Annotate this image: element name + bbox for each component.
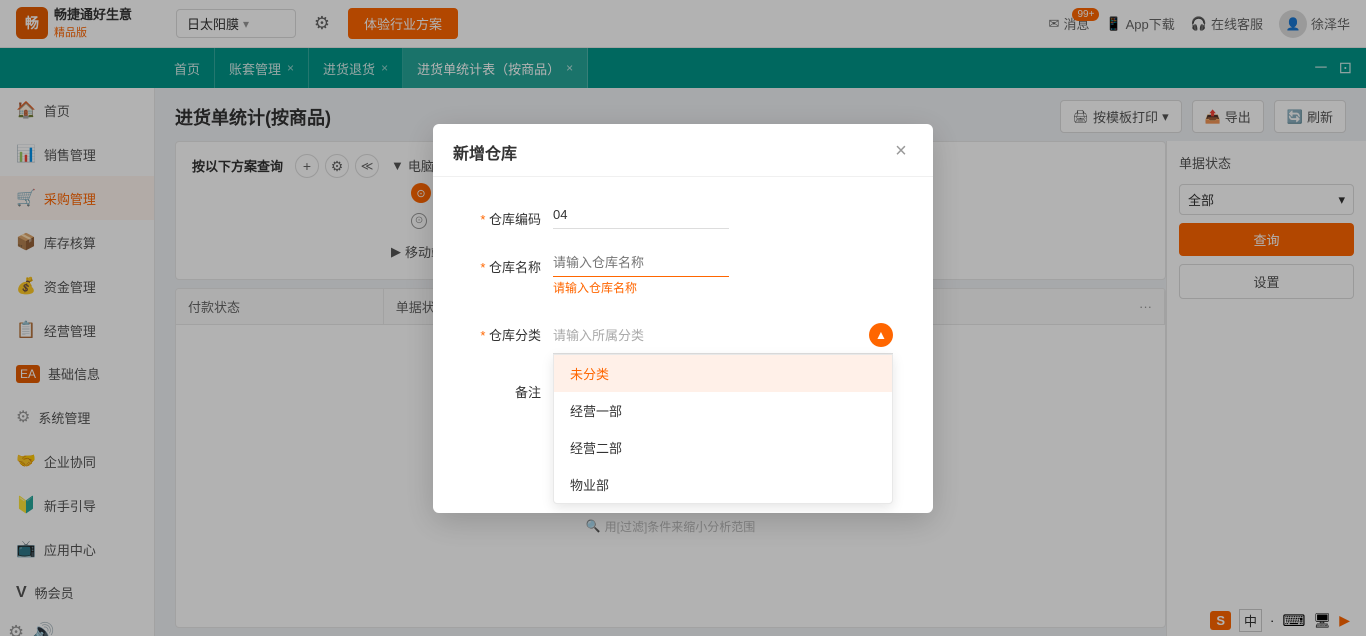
modal-header: 新增仓库 ×	[433, 124, 933, 177]
code-label: 仓库编码	[473, 201, 553, 228]
category-dropdown-trigger[interactable]: 请输入所属分类 ▲	[553, 317, 893, 354]
modal-close-button[interactable]: ×	[889, 140, 913, 164]
name-input[interactable]	[553, 249, 729, 277]
category-dropdown-menu: 未分类 经营一部 经营二部 物业部	[553, 354, 893, 504]
category-wrapper: 请输入所属分类 ▲ 未分类 经营一部 经营二部 物业部	[553, 317, 893, 354]
name-error-text: 请输入仓库名称	[553, 281, 637, 295]
form-row-name: 仓库名称 请输入仓库名称	[473, 249, 893, 297]
category-dropdown-arrow[interactable]: ▲	[869, 323, 893, 347]
new-warehouse-modal: 新增仓库 × 仓库编码 仓库名称 请输入仓库名称	[433, 124, 933, 513]
modal-title: 新增仓库	[453, 140, 517, 164]
dropdown-item-dept1[interactable]: 经营一部	[554, 392, 892, 429]
code-wrapper	[553, 201, 893, 229]
form-row-code: 仓库编码	[473, 201, 893, 229]
category-placeholder: 请输入所属分类	[553, 325, 644, 344]
dropdown-item-property[interactable]: 物业部	[554, 466, 892, 503]
modal-body: 仓库编码 仓库名称 请输入仓库名称 仓库分类	[433, 177, 933, 446]
code-input[interactable]	[553, 201, 729, 229]
dropdown-item-unclassified[interactable]: 未分类	[554, 355, 892, 392]
name-wrapper	[553, 249, 893, 277]
dropdown-item-dept2[interactable]: 经营二部	[554, 429, 892, 466]
form-row-category: 仓库分类 请输入所属分类 ▲ 未分类 经营一部 经营二部 物业部	[473, 317, 893, 354]
category-label: 仓库分类	[473, 317, 553, 344]
name-label: 仓库名称	[473, 249, 553, 276]
note-label: 备注	[473, 374, 553, 401]
modal-overlay: 新增仓库 × 仓库编码 仓库名称 请输入仓库名称	[0, 0, 1366, 636]
